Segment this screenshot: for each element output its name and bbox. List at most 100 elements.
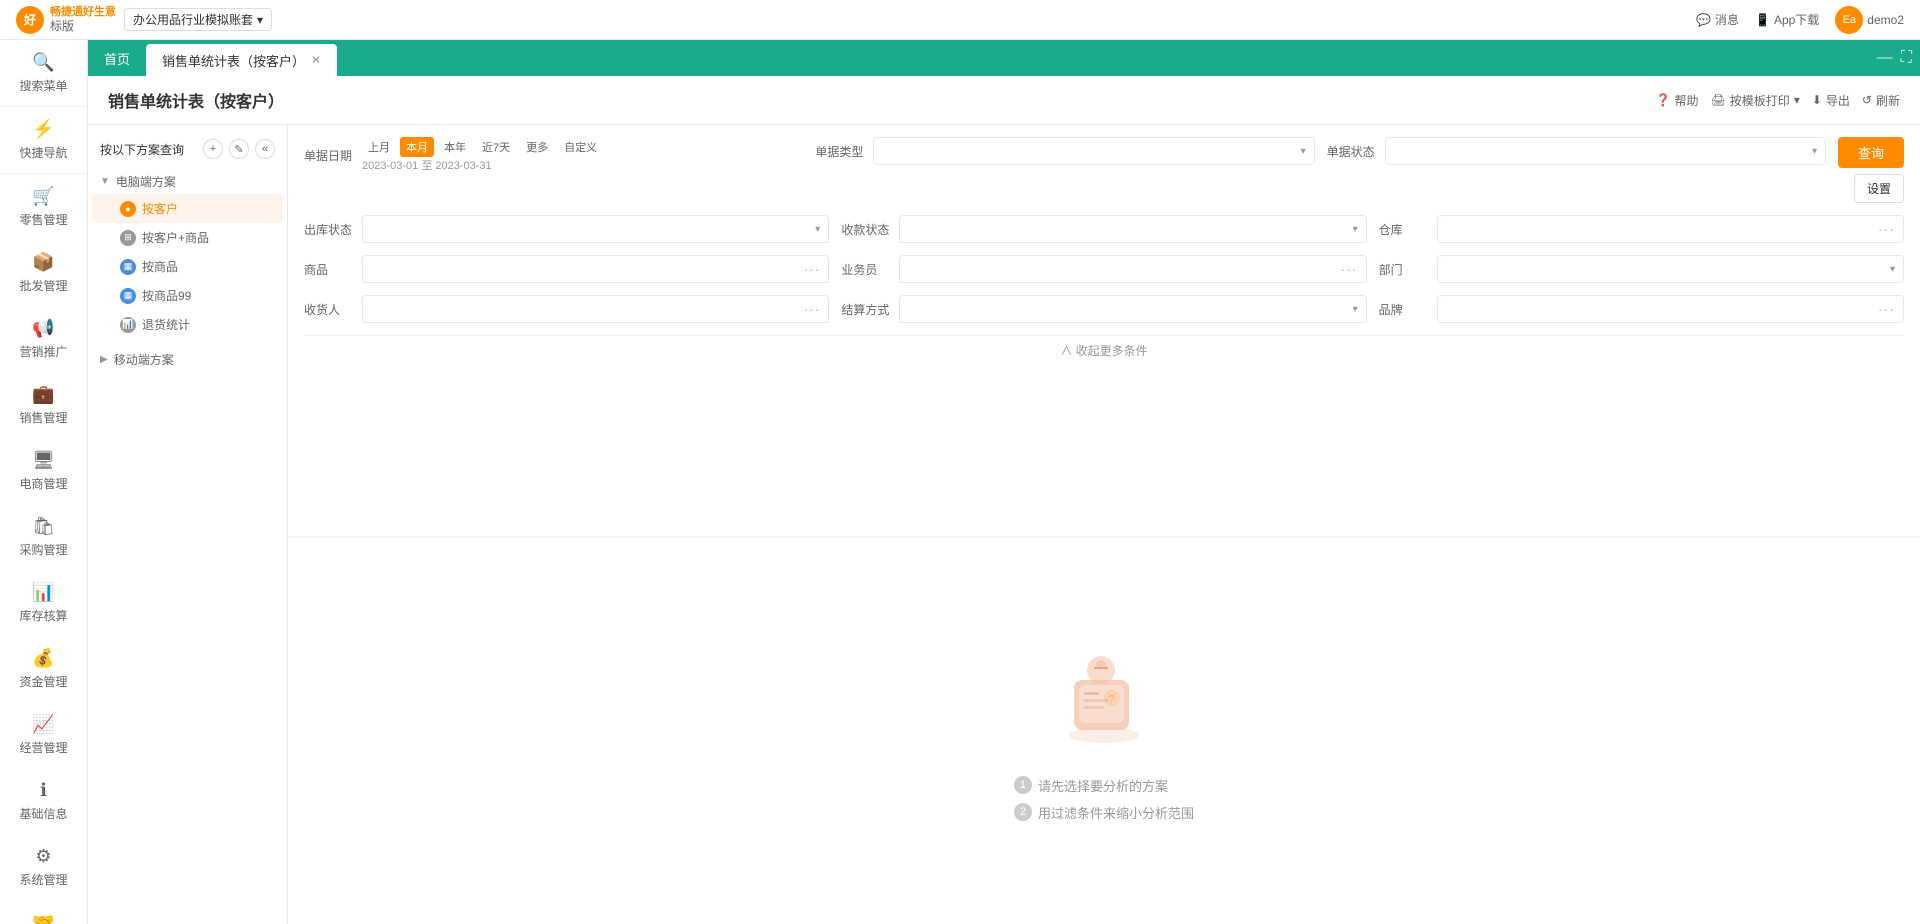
warehouse-filter: 仓库 ··· xyxy=(1379,215,1904,243)
scheme-item-by-customer[interactable]: ● 按客户 xyxy=(92,194,283,223)
refresh-button[interactable]: ↺ 刷新 xyxy=(1862,92,1900,109)
scheme-item-customer-goods[interactable]: ⊞ 按客户+商品 xyxy=(92,223,283,252)
scheme-section-mobile: ▶ 移动端方案 xyxy=(88,343,287,376)
salesman-select[interactable]: ··· xyxy=(899,255,1366,283)
order-status-filter: 单据状态 ▾ xyxy=(1327,137,1826,165)
logo-area: 好 畅捷通好生意 标版 xyxy=(16,6,116,34)
sidebar-item-inventory[interactable]: 📊 库存核算 xyxy=(0,570,87,636)
page-header: 销售单统计表（按客户） ❓ 帮助 🖨 按模板打印 ▾ ⬇ 导出 xyxy=(88,76,1920,125)
marketing-icon: 📢 xyxy=(32,318,54,339)
scheme-section-desktop-header[interactable]: ▼ 电脑端方案 xyxy=(88,169,287,194)
sidebar: 🔍 搜索菜单 ⚡ 快捷导航 🛒 零售管理 📦 批发管理 📢 营销推广 💼 xyxy=(0,40,88,924)
query-button[interactable]: 查询 xyxy=(1838,137,1904,168)
chevron-down-icon: ▾ xyxy=(1353,224,1358,235)
sidebar-item-cooperation[interactable]: 🤝 企业协同 xyxy=(0,900,87,924)
empty-tip-2: 2 用过滤条件来缩小分析范围 xyxy=(1014,803,1194,822)
date-range-text: 2023-03-01 至 2023-03-31 xyxy=(362,157,803,173)
brand-filter: 品牌 ··· xyxy=(1379,295,1904,323)
goods-filter: 商品 ··· xyxy=(304,255,829,283)
empty-state: ? 1 请先选择要分析的方案 2 用过滤条件来缩小分析范围 xyxy=(288,538,1920,924)
sidebar-item-operation[interactable]: 📈 经营管理 xyxy=(0,702,87,768)
sidebar-item-search[interactable]: 🔍 搜索菜单 xyxy=(0,40,87,107)
chevron-down-icon: ▾ xyxy=(815,224,820,235)
date-btn-more[interactable]: 更多 xyxy=(520,137,554,157)
message-action[interactable]: 💬 消息 xyxy=(1696,11,1739,28)
logo-text: 畅捷通好生意 标版 xyxy=(50,6,116,34)
export-icon: ⬇ xyxy=(1812,93,1822,107)
tab-bar: 首页 销售单统计表（按客户） ✕ — ⛶ xyxy=(88,40,1920,76)
tab-bar-right: — ⛶ xyxy=(1877,49,1920,67)
triangle-down-icon: ▼ xyxy=(100,176,110,187)
goods-select[interactable]: ··· xyxy=(362,255,829,283)
order-status-select[interactable]: ▾ xyxy=(1385,137,1826,165)
cooperation-icon: 🤝 xyxy=(32,912,54,924)
out-status-select[interactable]: ▾ xyxy=(362,215,829,243)
edit-scheme-button[interactable]: ✎ xyxy=(229,139,249,159)
wholesale-icon: 📦 xyxy=(32,252,54,273)
template-print-button[interactable]: 🖨 按模板打印 ▾ xyxy=(1711,92,1800,109)
export-button[interactable]: ⬇ 导出 xyxy=(1812,92,1850,109)
scheme-item-by-goods[interactable]: ▦ 按商品 xyxy=(92,252,283,281)
order-type-filter: 单据类型 ▾ xyxy=(815,137,1314,165)
date-btn-custom[interactable]: 自定义 xyxy=(558,137,603,157)
filter-row-3: 商品 ··· 业务员 ··· xyxy=(304,255,1904,283)
add-scheme-button[interactable]: + xyxy=(203,139,223,159)
finance-icon: 💰 xyxy=(32,648,54,669)
date-btn-this-year[interactable]: 本年 xyxy=(438,137,472,157)
sidebar-item-basic[interactable]: ℹ 基础信息 xyxy=(0,768,87,834)
sidebar-item-system[interactable]: ⚙ 系统管理 xyxy=(0,834,87,900)
system-icon: ⚙ xyxy=(35,846,51,867)
sidebar-item-quick-nav[interactable]: ⚡ 快捷导航 xyxy=(0,107,87,174)
page-actions: ❓ 帮助 🖨 按模板打印 ▾ ⬇ 导出 ↺ 刷新 xyxy=(1656,92,1900,109)
date-btn-this-month[interactable]: 本月 xyxy=(400,137,434,157)
triangle-right-icon: ▶ xyxy=(100,354,108,365)
tab-home[interactable]: 首页 xyxy=(88,40,146,76)
sidebar-item-ecommerce[interactable]: 🖥 电商管理 xyxy=(0,438,87,504)
tab-close-icon[interactable]: ✕ xyxy=(311,53,321,67)
download-icon: 📱 xyxy=(1755,13,1770,27)
sidebar-item-finance[interactable]: 💰 资金管理 xyxy=(0,636,87,702)
collapse-button[interactable]: ∧ 收起更多条件 xyxy=(304,335,1904,365)
sidebar-item-retail[interactable]: 🛒 零售管理 xyxy=(0,174,87,240)
header-left: 好 畅捷通好生意 标版 办公用品行业模拟账套 ▾ xyxy=(16,6,272,34)
help-icon: ❓ xyxy=(1656,93,1671,107)
chevron-down-icon: ▾ xyxy=(1890,264,1895,275)
sidebar-item-marketing[interactable]: 📢 营销推广 xyxy=(0,306,87,372)
settings-button[interactable]: 设置 xyxy=(1854,174,1904,203)
order-type-select[interactable]: ▾ xyxy=(873,137,1314,165)
user-area[interactable]: Ea demo2 xyxy=(1835,6,1904,34)
tab-sales-stat[interactable]: 销售单统计表（按客户） ✕ xyxy=(146,44,337,76)
recipient-filter: 收货人 ··· xyxy=(304,295,829,323)
sidebar-item-sales[interactable]: 💼 销售管理 xyxy=(0,372,87,438)
scheme-item-goods99[interactable]: ▦ 按商品99 xyxy=(92,281,283,310)
payment-status-select[interactable]: ▾ xyxy=(899,215,1366,243)
tab-maximize-icon[interactable]: ⛶ xyxy=(1901,49,1912,67)
tip-number-2: 2 xyxy=(1014,803,1032,821)
collapse-scheme-button[interactable]: « xyxy=(255,139,275,159)
brand-select[interactable]: ··· xyxy=(1437,295,1904,323)
scheme-panel: 按以下方案查询 + ✎ « ▼ 电脑端方案 xyxy=(88,125,288,924)
tab-minimize-icon[interactable]: — xyxy=(1877,49,1893,67)
date-btn-last7days[interactable]: 近7天 xyxy=(476,137,516,157)
app-download-action[interactable]: 📱 App下载 xyxy=(1755,11,1819,28)
sidebar-item-purchase[interactable]: 🛍 采购管理 xyxy=(0,504,87,570)
empty-tip-1: 1 请先选择要分析的方案 xyxy=(1014,776,1194,795)
main-body: 🔍 搜索菜单 ⚡ 快捷导航 🛒 零售管理 📦 批发管理 📢 营销推广 💼 xyxy=(0,40,1920,924)
scheme-section-mobile-header[interactable]: ▶ 移动端方案 xyxy=(88,347,287,372)
chevron-down-icon: ▾ xyxy=(1812,146,1817,157)
scheme-panel-header: 按以下方案查询 + ✎ « xyxy=(88,133,287,165)
purchase-icon: 🛍 xyxy=(32,516,55,537)
logo-icon: 好 xyxy=(16,6,44,34)
main-panel: 按以下方案查询 + ✎ « ▼ 电脑端方案 xyxy=(88,125,1920,924)
settlement-select[interactable]: ▾ xyxy=(899,295,1366,323)
sidebar-item-wholesale[interactable]: 📦 批发管理 xyxy=(0,240,87,306)
warehouse-select[interactable]: ··· xyxy=(1437,215,1904,243)
search-icon: 🔍 xyxy=(32,52,54,73)
date-btn-last-month[interactable]: 上月 xyxy=(362,137,396,157)
scheme-item-return-stat[interactable]: 📊 退货统计 xyxy=(92,310,283,339)
app-selector[interactable]: 办公用品行业模拟账套 ▾ xyxy=(124,8,272,31)
help-button[interactable]: ❓ 帮助 xyxy=(1656,92,1699,109)
recipient-select[interactable]: ··· xyxy=(362,295,829,323)
scheme-section-desktop: ▼ 电脑端方案 ● 按客户 ⊞ 按客户+商品 ▦ xyxy=(88,165,287,343)
department-select[interactable]: ▾ xyxy=(1437,255,1904,283)
